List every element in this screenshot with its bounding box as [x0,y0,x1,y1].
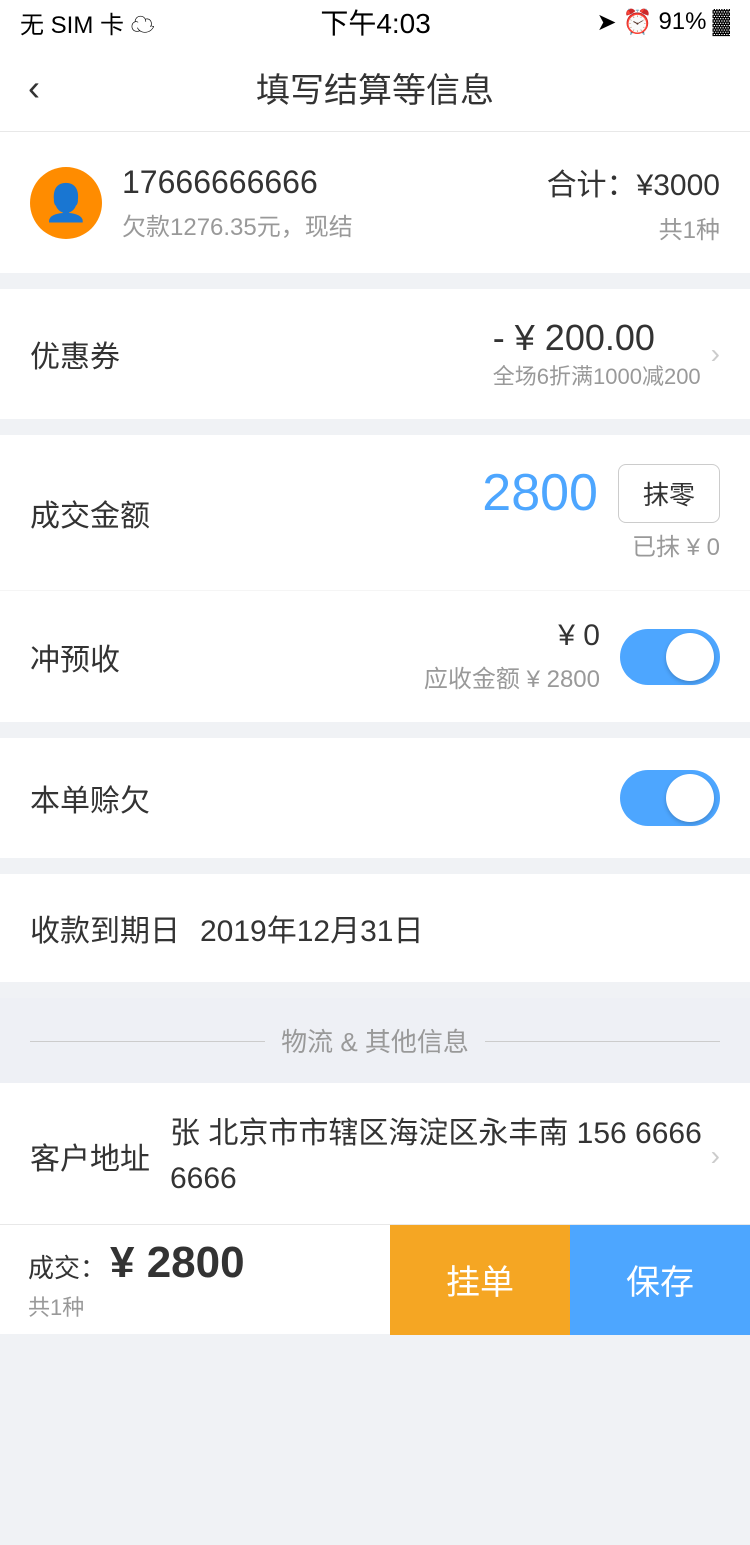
coupon-amount: - ¥ 200.00 [493,317,701,359]
customer-phone: 17666666666 [122,164,353,201]
customer-debt: 欠款1276.35元，现结 [122,207,353,242]
coupon-info: - ¥ 200.00 全场6折满1000减200 [493,317,701,391]
deal-amount-value-row: 2800 抹零 [482,463,720,523]
customer-card: 👤 17666666666 欠款1276.35元，现结 合计：¥3000 共1种 [0,132,750,273]
coupon-row[interactable]: 优惠券 - ¥ 200.00 全场6折满1000减200 › [0,289,750,419]
status-left: 无 SIM 卡 ☁ [20,5,155,40]
prepay-label: 冲预收 [30,635,120,679]
customer-right: 合计：¥3000 共1种 [547,160,720,245]
prepay-toggle[interactable] [620,629,720,685]
deal-amount-value: 2800 [482,463,598,523]
bottom-left: 成交： ¥ 2800 共1种 [0,1238,390,1322]
prepay-receivable: 应收金额 ¥ 2800 [424,659,600,694]
deal-amount-label: 成交金额 [30,491,150,535]
avatar-icon: 👤 [44,182,89,224]
coupon-chevron-icon: › [711,338,720,370]
address-row[interactable]: 客户地址 张 北京市市辖区海淀区永丰南 156 6666 6666 › [0,1083,750,1229]
address-chevron-icon: › [711,1140,720,1172]
debt-row: 本单赊欠 [0,738,750,858]
debt-label: 本单赊欠 [30,776,150,820]
battery-text: 91% [658,8,706,36]
battery-icon: ▓ [713,8,731,36]
due-date-value: 2019年12月31日 [200,906,423,950]
nav-bar: ‹ 填写结算等信息 [0,44,750,132]
customer-left: 👤 17666666666 欠款1276.35元，现结 [30,164,353,242]
prepay-right: ¥ 0 应收金额 ¥ 2800 [424,619,720,694]
prepay-values: ¥ 0 应收金额 ¥ 2800 [424,619,600,694]
back-button[interactable]: ‹ [28,67,40,109]
deal-amount-row: 成交金额 2800 抹零 已抹 ¥ 0 [0,435,750,591]
prepay-row: 冲预收 ¥ 0 应收金额 ¥ 2800 [0,591,750,722]
prepay-amount: ¥ 0 [558,619,600,653]
total-count: 共1种 [547,210,720,245]
due-date-label: 收款到期日 [30,906,180,950]
deal-amount-right: 2800 抹零 已抹 ¥ 0 [482,463,720,562]
bottom-amount: ¥ 2800 [110,1238,245,1288]
alarm-icon: ⏰ [623,8,653,37]
page-title: 填写结算等信息 [256,63,494,112]
bottom-deal-label: 成交： [28,1248,106,1285]
location-icon: ➤ [596,8,616,37]
round-zero-button[interactable]: 抹零 [618,464,720,523]
hang-order-button[interactable]: 挂单 [390,1225,570,1335]
customer-info: 17666666666 欠款1276.35元，现结 [122,164,353,242]
bottom-bar: 成交： ¥ 2800 共1种 挂单 保存 [0,1224,750,1334]
coupon-desc: 全场6折满1000减200 [493,359,701,391]
debt-toggle-knob [666,774,714,822]
deal-amount-section: 成交金额 2800 抹零 已抹 ¥ 0 冲预收 ¥ 0 应收金额 ¥ 2800 [0,435,750,722]
address-label: 客户地址 [30,1134,150,1178]
total-amount: 合计：¥3000 [547,160,720,204]
save-button[interactable]: 保存 [570,1225,750,1335]
debt-toggle[interactable] [620,770,720,826]
status-right: ➤ ⏰ 91% ▓ [596,8,730,37]
status-time: 下午4:03 [320,2,431,42]
due-date-row: 收款到期日 2019年12月31日 [0,874,750,982]
toggle-knob [666,633,714,681]
deal-sub-text: 已抹 ¥ 0 [632,527,720,562]
sim-status: 无 SIM 卡 ☁ [20,5,155,40]
logistics-title: 物流 & 其他信息 [265,1022,485,1059]
coupon-label: 优惠券 [30,332,120,376]
coupon-right: - ¥ 200.00 全场6折满1000减200 › [493,317,720,391]
address-content: 张 北京市市辖区海淀区永丰南 156 6666 6666 [170,1111,711,1201]
bottom-count: 共1种 [28,1290,362,1322]
avatar: 👤 [30,167,102,239]
logistics-header: 物流 & 其他信息 [0,998,750,1083]
status-bar: 无 SIM 卡 ☁ 下午4:03 ➤ ⏰ 91% ▓ [0,0,750,44]
